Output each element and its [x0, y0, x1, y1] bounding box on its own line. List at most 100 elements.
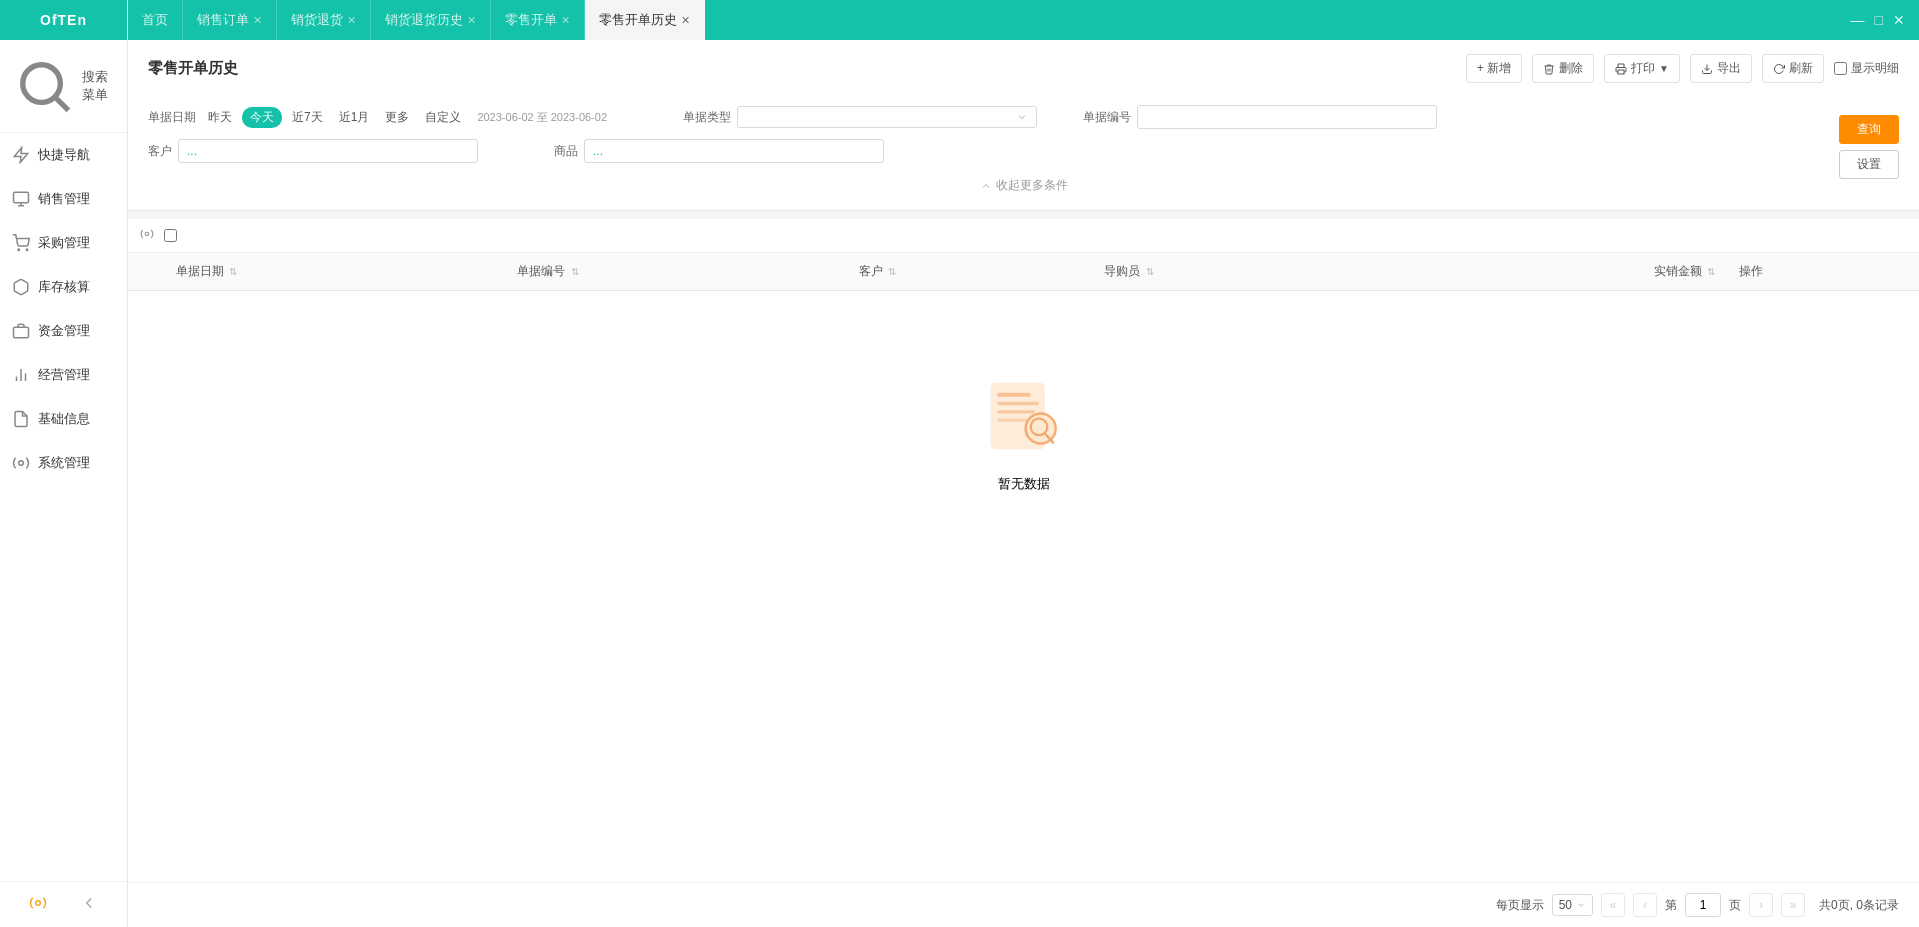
tab-retail-open-history-label: 零售开单历史 — [599, 11, 677, 29]
maximize-btn[interactable]: □ — [1875, 12, 1883, 28]
sidebar-item-operations[interactable]: 经营管理 — [0, 353, 127, 397]
tab-sales-return[interactable]: 销货退货 ✕ — [277, 0, 371, 40]
svg-point-13 — [36, 901, 41, 906]
date-option-more[interactable]: 更多 — [379, 107, 415, 128]
per-page-select[interactable]: 50 — [1552, 894, 1593, 916]
doc-type-filter-group: 单据类型 — [683, 106, 1037, 128]
tab-sales-return-history-close[interactable]: ✕ — [467, 14, 476, 27]
date-range-text: 2023-06-02 至 2023-06-02 — [477, 110, 607, 125]
th-salesperson[interactable]: 导购员 ⇅ — [1092, 253, 1385, 291]
sidebar-item-inventory[interactable]: 库存核算 — [0, 265, 127, 309]
sidebar-bottom — [0, 881, 127, 927]
prev-page-btn[interactable]: ‹ — [1633, 893, 1657, 917]
sidebar-item-5-label: 经营管理 — [38, 366, 90, 384]
pagination-bar: 每页显示 50 « ‹ 第 页 › » 共0页, 0条记录 — [128, 882, 1919, 927]
sidebar-item-3-label: 库存核算 — [38, 278, 90, 296]
sort-no-icon: ⇅ — [571, 266, 579, 277]
tab-sales-order[interactable]: 销售订单 ✕ — [183, 0, 277, 40]
minimize-btn[interactable]: — — [1851, 12, 1865, 28]
sidebar-item-sys-mgmt[interactable]: 系统管理 — [0, 441, 127, 485]
sidebar-item-base-info[interactable]: 基础信息 — [0, 397, 127, 441]
sidebar-item-quick-nav[interactable]: 快捷导航 — [0, 133, 127, 177]
sidebar-item-1-label: 销售管理 — [38, 190, 90, 208]
sidebar-item-finance[interactable]: 资金管理 — [0, 309, 127, 353]
brand-text: OfTEn — [40, 12, 87, 28]
tab-retail-open[interactable]: 零售开单 ✕ — [491, 0, 585, 40]
page-summary: 共0页, 0条记录 — [1819, 897, 1899, 914]
sidebar: OfTEn 搜索菜单 快捷导航 销售管理 采购管理 库存核算 资金管理 — [0, 0, 128, 927]
svg-rect-3 — [14, 193, 29, 204]
collapse-button[interactable]: 收起更多条件 — [980, 177, 1068, 194]
collapse-label: 收起更多条件 — [996, 177, 1068, 194]
goods-ellipsis: ... — [593, 144, 875, 158]
sidebar-item-purchase-mgmt[interactable]: 采购管理 — [0, 221, 127, 265]
page-title: 零售开单历史 — [148, 59, 238, 78]
tab-sales-order-label: 销售订单 — [197, 11, 249, 29]
add-button[interactable]: + 新增 — [1466, 54, 1522, 83]
data-table: 单据日期 ⇅ 单据编号 ⇅ 客户 ⇅ 导购员 ⇅ — [128, 253, 1919, 291]
last-page-btn[interactable]: » — [1781, 893, 1805, 917]
date-option-custom[interactable]: 自定义 — [419, 107, 467, 128]
table-header-row: 单据日期 ⇅ 单据编号 ⇅ 客户 ⇅ 导购员 ⇅ — [128, 253, 1919, 291]
th-no[interactable]: 单据编号 ⇅ — [505, 253, 846, 291]
customer-filter-group: 客户 ... — [148, 139, 478, 163]
th-date[interactable]: 单据日期 ⇅ — [164, 253, 505, 291]
date-filter-group: 单据日期 昨天 今天 近7天 近1月 更多 自定义 2023-06-02 至 2… — [148, 107, 607, 128]
tab-home[interactable]: 首页 — [128, 0, 183, 40]
query-button[interactable]: 查询 — [1839, 115, 1899, 144]
show-detail-toggle[interactable]: 显示明细 — [1834, 60, 1899, 77]
close-btn[interactable]: ✕ — [1893, 12, 1905, 28]
tab-sales-return-close[interactable]: ✕ — [347, 14, 356, 27]
delete-button[interactable]: 删除 — [1532, 54, 1594, 83]
filter-row-1: 单据日期 昨天 今天 近7天 近1月 更多 自定义 2023-06-02 至 2… — [148, 105, 1899, 129]
print-dropdown-icon: ▼ — [1659, 63, 1669, 74]
date-option-last7[interactable]: 近7天 — [286, 107, 329, 128]
date-option-last-month[interactable]: 近1月 — [333, 107, 376, 128]
next-page-btn[interactable]: › — [1749, 893, 1773, 917]
refresh-icon — [1773, 63, 1785, 75]
date-option-today[interactable]: 今天 — [242, 107, 282, 128]
refresh-label: 刷新 — [1789, 60, 1813, 77]
filter-row-2: 客户 ... 商品 ... — [148, 139, 1899, 163]
customer-select[interactable]: ... — [178, 139, 478, 163]
quick-nav-icon — [12, 146, 30, 164]
show-detail-checkbox[interactable] — [1834, 62, 1847, 75]
settings-query-button[interactable]: 设置 — [1839, 150, 1899, 179]
export-button[interactable]: 导出 — [1690, 54, 1752, 83]
print-label: 打印 — [1631, 60, 1655, 77]
tab-retail-open-history-close[interactable]: ✕ — [681, 14, 690, 27]
sidebar-settings-icon[interactable] — [29, 894, 47, 915]
sidebar-collapse-icon[interactable] — [80, 894, 98, 915]
print-button[interactable]: 打印 ▼ — [1604, 54, 1680, 83]
brand-logo: OfTEn — [0, 0, 127, 40]
content-area: 零售开单历史 + 新增 删除 打印 — [128, 40, 1919, 927]
th-amount[interactable]: 实销金额 ⇅ — [1386, 253, 1727, 291]
doc-no-input[interactable] — [1137, 105, 1437, 129]
svg-rect-19 — [997, 402, 1039, 405]
purchase-mgmt-icon — [12, 234, 30, 252]
page-number-input[interactable] — [1685, 893, 1721, 917]
table-settings-icon[interactable] — [140, 227, 154, 244]
sidebar-item-sales-mgmt[interactable]: 销售管理 — [0, 177, 127, 221]
sidebar-item-2-label: 采购管理 — [38, 234, 90, 252]
goods-select[interactable]: ... — [584, 139, 884, 163]
tab-home-label: 首页 — [142, 11, 168, 29]
refresh-button[interactable]: 刷新 — [1762, 54, 1824, 83]
tab-retail-open-history[interactable]: 零售开单历史 ✕ — [585, 0, 705, 40]
tab-retail-open-close[interactable]: ✕ — [561, 14, 570, 27]
date-option-yesterday[interactable]: 昨天 — [202, 107, 238, 128]
tab-sales-order-close[interactable]: ✕ — [253, 14, 262, 27]
svg-rect-14 — [1618, 70, 1624, 74]
page-label: 第 — [1665, 897, 1677, 914]
select-all-checkbox[interactable] — [164, 229, 177, 242]
filter-area: 单据日期 昨天 今天 近7天 近1月 更多 自定义 2023-06-02 至 2… — [148, 93, 1899, 210]
doc-type-select[interactable] — [737, 106, 1037, 128]
search-icon — [12, 54, 76, 118]
th-customer[interactable]: 客户 ⇅ — [847, 253, 1092, 291]
tab-retail-open-label: 零售开单 — [505, 11, 557, 29]
first-page-btn[interactable]: « — [1601, 893, 1625, 917]
tab-sales-return-history[interactable]: 销货退货历史 ✕ — [371, 0, 491, 40]
print-icon — [1615, 63, 1627, 75]
sidebar-search[interactable]: 搜索菜单 — [0, 40, 127, 133]
window-controls: — □ ✕ — [1851, 12, 1919, 28]
